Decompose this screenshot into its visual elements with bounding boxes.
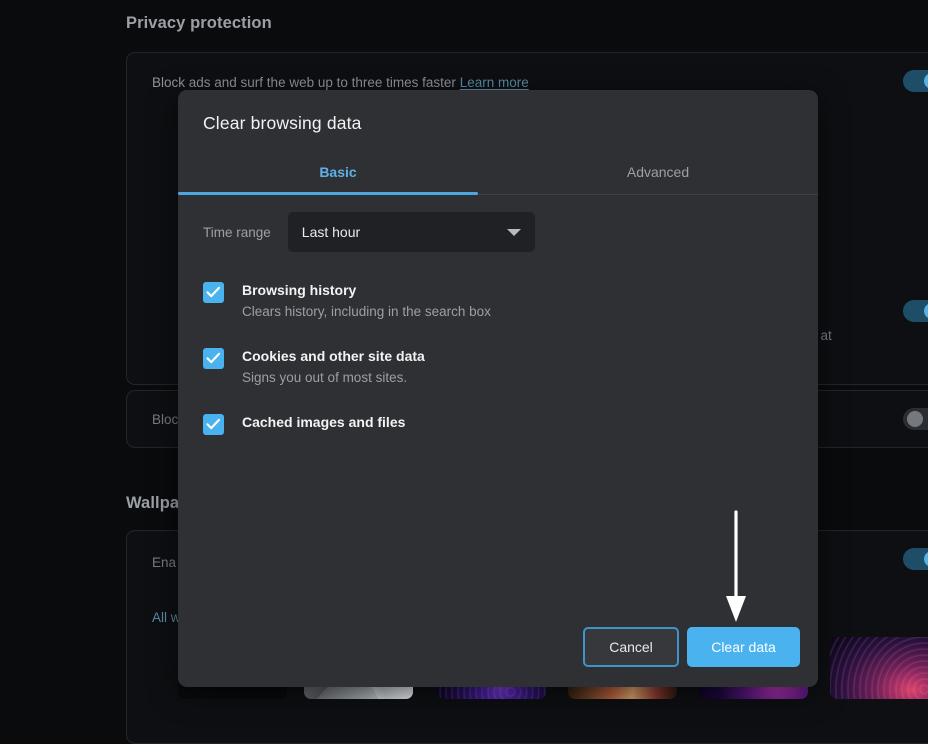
chevron-down-icon: [507, 229, 521, 236]
cancel-button[interactable]: Cancel: [583, 627, 679, 667]
option-browsing-history[interactable]: Browsing history Clears history, includi…: [203, 281, 783, 322]
enable-wallpaper-label: Ena: [152, 555, 176, 570]
all-wallpapers-label: All w: [152, 610, 181, 625]
block-ads-text: Block ads and surf the web up to three t…: [152, 75, 456, 90]
option-text-group: Cookies and other site data Signs you ou…: [242, 347, 425, 388]
tab-basic[interactable]: Basic: [178, 148, 498, 195]
dialog-footer: Cancel Clear data: [178, 609, 818, 687]
dialog-title: Clear browsing data: [203, 113, 362, 134]
check-icon: [206, 286, 221, 299]
dialog-tabs: Basic Advanced: [178, 148, 818, 195]
time-range-row: Time range Last hour: [203, 212, 535, 252]
block-trackers-label: Bloc: [152, 412, 178, 427]
time-range-value: Last hour: [302, 224, 360, 240]
block-trackers-toggle[interactable]: [903, 408, 928, 430]
block-ads-label: Block ads and surf the web up to three t…: [152, 75, 529, 90]
checkbox-cookies-site-data[interactable]: [203, 348, 224, 369]
time-range-select[interactable]: Last hour: [288, 212, 535, 252]
enable-wallpaper-toggle[interactable]: [903, 548, 928, 570]
checkbox-cached-images-files[interactable]: [203, 414, 224, 435]
clear-data-button[interactable]: Clear data: [687, 627, 800, 667]
time-range-label: Time range: [203, 225, 271, 240]
toggle-knob: [907, 411, 923, 427]
wallpaper-thumb-red-spiral[interactable]: [830, 637, 928, 699]
clear-options-list: Browsing history Clears history, includi…: [203, 281, 783, 460]
app-root: Privacy protection Block ads and surf th…: [0, 0, 928, 744]
privacy-protection-heading: Privacy protection: [126, 14, 272, 33]
option-text-group: Cached images and files: [242, 413, 405, 431]
toggle-knob: [924, 303, 928, 319]
privacy-feature-toggle[interactable]: [903, 300, 928, 322]
tab-advanced[interactable]: Advanced: [498, 148, 818, 195]
tab-active-underline: [178, 192, 478, 195]
toggle-knob: [924, 551, 928, 567]
learn-more-link[interactable]: Learn more: [460, 75, 529, 90]
option-cookies-site-data[interactable]: Cookies and other site data Signs you ou…: [203, 347, 783, 388]
option-title: Browsing history: [242, 281, 491, 299]
checkbox-browsing-history[interactable]: [203, 282, 224, 303]
option-title: Cached images and files: [242, 413, 405, 431]
option-title: Cookies and other site data: [242, 347, 425, 365]
option-cached-images-files[interactable]: Cached images and files: [203, 413, 783, 435]
check-icon: [206, 352, 221, 365]
check-icon: [206, 418, 221, 431]
clear-browsing-data-dialog: Clear browsing data Basic Advanced Time …: [178, 90, 818, 687]
option-description: Clears history, including in the search …: [242, 302, 491, 322]
thumb-swirl-overlay: [830, 637, 928, 699]
block-ads-toggle[interactable]: [903, 70, 928, 92]
option-description: Signs you out of most sites.: [242, 368, 425, 388]
option-text-group: Browsing history Clears history, includi…: [242, 281, 491, 322]
toggle-knob: [924, 73, 928, 89]
